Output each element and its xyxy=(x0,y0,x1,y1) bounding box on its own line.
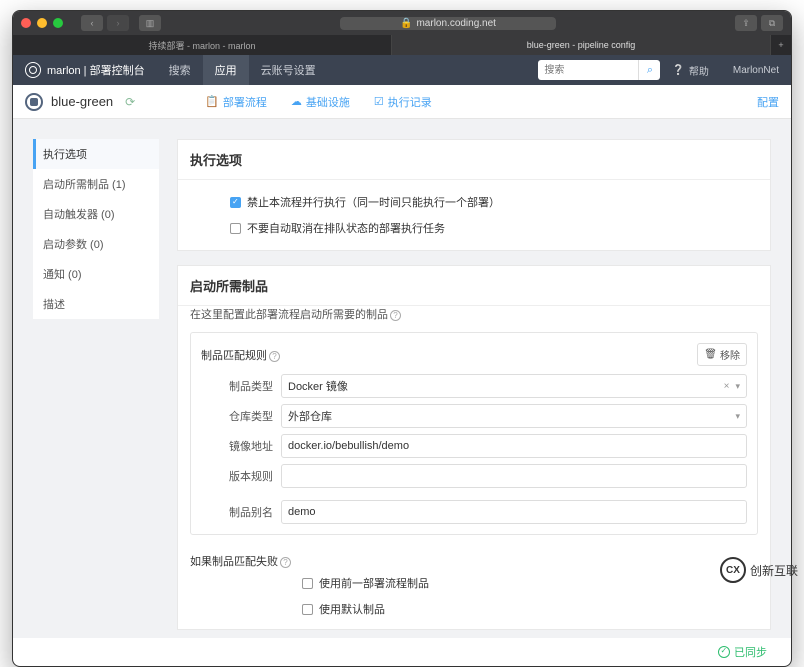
sidebar: 执行选项 启动所需制品 (1) 自动触发器 (0) 启动参数 (0) 通知 (0… xyxy=(33,139,159,319)
artifact-type-select[interactable]: Docker 镜像 ×▾ xyxy=(281,374,747,398)
minimize-icon[interactable] xyxy=(37,18,47,28)
sidebar-item-artifact[interactable]: 启动所需制品 (1) xyxy=(33,169,159,199)
checkbox-icon[interactable] xyxy=(302,604,313,615)
nav-search[interactable]: 搜索 xyxy=(157,55,203,85)
trash-icon: 🗑 xyxy=(704,349,717,360)
brand[interactable]: marlon | 部署控制台 xyxy=(13,62,157,78)
field-label: 镜像地址 xyxy=(201,438,281,454)
version-rule-input[interactable] xyxy=(281,464,747,488)
tab-exec-log[interactable]: ☑执行记录 xyxy=(374,94,432,110)
sidebar-item-params[interactable]: 启动参数 (0) xyxy=(33,229,159,259)
footer: 已同步 xyxy=(13,638,791,666)
browser-window: ‹ › ▥ 🔒 marlon.coding.net ⇪ ⧉ 持续部署 - mar… xyxy=(12,10,792,667)
maximize-icon[interactable] xyxy=(53,18,63,28)
lock-icon: 🔒 xyxy=(400,18,412,29)
tab-deploy-process[interactable]: 📋部署流程 xyxy=(205,94,267,110)
watermark-text: 创新互联 xyxy=(750,562,798,579)
brand-icon xyxy=(25,62,41,78)
checkbox-icon[interactable] xyxy=(230,223,241,234)
nav-app[interactable]: 应用 xyxy=(203,55,249,85)
share-button[interactable]: ⇪ xyxy=(735,15,757,31)
address-bar[interactable]: 🔒 marlon.coding.net xyxy=(340,17,556,30)
checkbox-label: 使用默认制品 xyxy=(319,601,385,617)
browser-tabs: 持续部署 - marlon - marlon blue-green - pipe… xyxy=(13,35,791,55)
help-icon: ❔ xyxy=(672,65,684,76)
remove-button[interactable]: 🗑移除 xyxy=(697,343,747,366)
list-icon: 📋 xyxy=(205,95,219,108)
url-host: marlon.coding.net xyxy=(416,18,496,29)
fail-label: 如果制品匹配失败? xyxy=(190,553,758,569)
field-label: 制品类型 xyxy=(201,378,281,394)
checkbox-label: 禁止本流程并行执行（同一时间只能执行一个部署） xyxy=(247,194,500,210)
search-icon: ⌕ xyxy=(647,64,653,77)
browser-tab[interactable]: 持续部署 - marlon - marlon xyxy=(13,35,392,55)
back-button[interactable]: ‹ xyxy=(81,15,103,31)
synced-icon xyxy=(718,646,730,658)
content: 执行选项 启动所需制品 (1) 自动触发器 (0) 启动参数 (0) 通知 (0… xyxy=(13,119,791,638)
panel-exec-options: 执行选项 禁止本流程并行执行（同一时间只能执行一个部署） 不要自动取消在排队状态… xyxy=(177,139,771,251)
checkbox-row[interactable]: 禁止本流程并行执行（同一时间只能执行一个部署） xyxy=(230,194,756,210)
cloud-icon: ☁ xyxy=(291,95,302,108)
artifact-rule-box: 制品匹配规则? 🗑移除 制品类型 Docker 镜像 ×▾ 仓库类型 外部仓 xyxy=(190,332,758,535)
search-button[interactable]: ⌕ xyxy=(638,60,660,80)
config-link[interactable]: 配置 xyxy=(757,94,779,110)
chevron-down-icon: ▾ xyxy=(735,411,740,422)
sidebar-item-trigger[interactable]: 自动触发器 (0) xyxy=(33,199,159,229)
watermark: CX 创新互联 xyxy=(720,557,798,583)
field-label: 制品别名 xyxy=(201,504,281,520)
help-link[interactable]: ❔帮助 xyxy=(660,63,720,78)
sidebar-item-notify[interactable]: 通知 (0) xyxy=(33,259,159,289)
app-nav: marlon | 部署控制台 搜索 应用 云账号设置 ⌕ ❔帮助 MarlonN… xyxy=(13,55,791,85)
new-tab-button[interactable]: + xyxy=(771,35,791,55)
refresh-icon[interactable]: ⟳ xyxy=(125,95,135,109)
sidebar-button[interactable]: ▥ xyxy=(139,15,161,31)
watermark-icon: CX xyxy=(720,557,746,583)
sidebar-item-desc[interactable]: 描述 xyxy=(33,289,159,319)
checkbox-label: 不要自动取消在排队状态的部署执行任务 xyxy=(247,220,445,236)
image-address-input[interactable] xyxy=(281,434,747,458)
app-icon xyxy=(25,93,43,111)
sidebar-item-exec[interactable]: 执行选项 xyxy=(33,139,159,169)
synced-label: 已同步 xyxy=(734,644,767,660)
checkbox-checked-icon[interactable] xyxy=(230,197,241,208)
repo-type-select[interactable]: 外部仓库 ▾ xyxy=(281,404,747,428)
checkbox-icon[interactable] xyxy=(302,578,313,589)
info-icon[interactable]: ? xyxy=(269,351,280,362)
rule-title: 制品匹配规则? xyxy=(201,347,280,363)
panel-title: 执行选项 xyxy=(178,140,770,180)
nav-cloud[interactable]: 云账号设置 xyxy=(249,55,328,85)
panel-title: 启动所需制品 xyxy=(178,266,770,306)
sub-nav: blue-green ⟳ 📋部署流程 ☁基础设施 ☑执行记录 配置 xyxy=(13,85,791,119)
panel-desc: 在这里配置此部署流程启动所需要的制品? xyxy=(178,306,770,332)
clear-icon[interactable]: × xyxy=(724,381,730,392)
chevron-down-icon: ▾ xyxy=(735,381,740,391)
info-icon[interactable]: ? xyxy=(280,557,291,568)
tab-infra[interactable]: ☁基础设施 xyxy=(291,94,350,110)
checkbox-row[interactable]: 使用默认制品 xyxy=(302,601,758,617)
main-area: 执行选项 禁止本流程并行执行（同一时间只能执行一个部署） 不要自动取消在排队状态… xyxy=(177,139,771,630)
brand-text: marlon | 部署控制台 xyxy=(47,62,145,78)
user-name[interactable]: MarlonNet xyxy=(721,65,791,76)
panel-artifacts: 启动所需制品 在这里配置此部署流程启动所需要的制品? 制品匹配规则? 🗑移除 制… xyxy=(177,265,771,630)
info-icon[interactable]: ? xyxy=(390,310,401,321)
alias-input[interactable] xyxy=(281,500,747,524)
titlebar: ‹ › ▥ 🔒 marlon.coding.net ⇪ ⧉ xyxy=(13,11,791,35)
app-name[interactable]: blue-green ⟳ xyxy=(25,93,135,111)
field-label: 仓库类型 xyxy=(201,408,281,424)
check-icon: ☑ xyxy=(374,95,384,108)
checkbox-row[interactable]: 不要自动取消在排队状态的部署执行任务 xyxy=(230,220,756,236)
field-label: 版本规则 xyxy=(201,468,281,484)
browser-tab[interactable]: blue-green - pipeline config xyxy=(392,35,771,55)
tabs-button[interactable]: ⧉ xyxy=(761,15,783,31)
search-input[interactable] xyxy=(538,60,638,80)
close-icon[interactable] xyxy=(21,18,31,28)
forward-button[interactable]: › xyxy=(107,15,129,31)
